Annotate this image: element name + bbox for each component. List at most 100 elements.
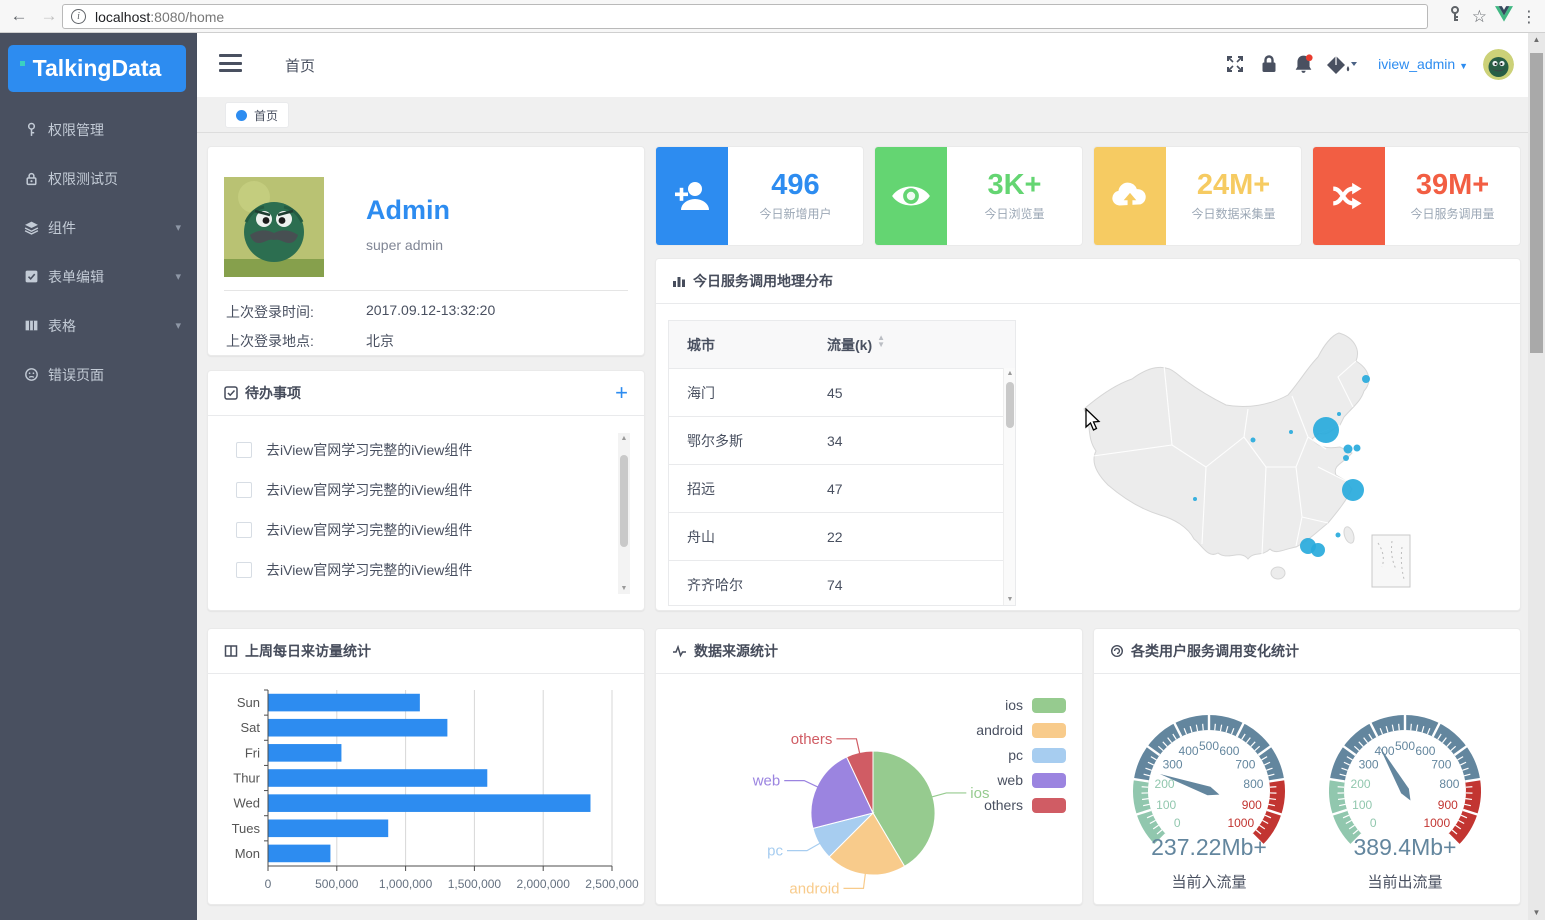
- sidebar-item-permissions[interactable]: 权限管理: [0, 105, 197, 154]
- svg-text:Sat: Sat: [240, 720, 260, 735]
- sort-icons[interactable]: ▲▼: [877, 338, 885, 352]
- svg-text:Fri: Fri: [245, 745, 260, 760]
- outbound-gauge-label: 当前出流量: [1305, 871, 1505, 892]
- pie-card-title: 数据来源统计: [694, 641, 778, 661]
- logo-dot: [20, 61, 25, 66]
- layers-icon: [24, 220, 39, 235]
- legend-item[interactable]: others: [976, 797, 1066, 813]
- open-tags-bar: 首页: [197, 97, 1528, 133]
- browser-toolbar: ← → ↻ i localhost:8080/home ☆ ⋮: [0, 0, 1545, 33]
- bar-chart-icon: [672, 274, 686, 288]
- legend-item[interactable]: web: [976, 772, 1066, 788]
- svg-text:others: others: [791, 731, 833, 748]
- fullscreen-icon[interactable]: [1224, 53, 1248, 77]
- svg-text:400: 400: [1179, 744, 1199, 758]
- tag-home[interactable]: 首页: [225, 102, 289, 128]
- legend-item[interactable]: android: [976, 722, 1066, 738]
- browser-forward-button[interactable]: →: [36, 3, 62, 29]
- svg-text:android: android: [789, 880, 839, 897]
- todo-checkbox[interactable]: [236, 562, 252, 578]
- todo-checkbox-icon: [224, 386, 238, 400]
- todo-item: 去iView官网学习完整的iView组件: [236, 519, 472, 541]
- svg-text:900: 900: [1438, 798, 1458, 812]
- stat-card-service-calls: 39M+ 今日服务调用量: [1312, 146, 1521, 246]
- todo-card-header: 待办事项 +: [208, 371, 644, 416]
- form-checkbox-icon: [24, 269, 39, 284]
- last-login-place-label: 上次登录地点:: [226, 331, 314, 351]
- add-todo-button[interactable]: +: [615, 382, 628, 404]
- map-bubble: [1337, 412, 1341, 416]
- col-header-traffic[interactable]: 流量(k) ▲▼: [827, 335, 1015, 355]
- legend-item[interactable]: pc: [976, 747, 1066, 763]
- city-traffic-table: 城市 流量(k) ▲▼ 海门45 鄂尔多斯34 招远47 舟山22 齐齐哈尔74…: [668, 320, 1016, 606]
- svg-text:600: 600: [1415, 744, 1435, 758]
- table-scrollbar[interactable]: ▲ ▼: [1003, 368, 1015, 605]
- geo-card-header: 今日服务调用地理分布: [656, 259, 1520, 304]
- theme-bucket-icon[interactable]: [1324, 53, 1358, 77]
- todo-scrollbar[interactable]: ▲ ▼: [618, 433, 630, 594]
- svg-text:900: 900: [1242, 798, 1262, 812]
- user-menu[interactable]: iview_admin ▼: [1378, 56, 1468, 72]
- table-icon: [24, 318, 39, 333]
- svg-text:800: 800: [1439, 777, 1459, 791]
- svg-text:300: 300: [1359, 758, 1379, 772]
- inbound-gauge-value: 237.22Mb+: [1109, 834, 1309, 861]
- browser-back-button[interactable]: ←: [6, 3, 32, 29]
- table-row: 齐齐哈尔74: [669, 560, 1015, 606]
- profile-name: Admin: [366, 195, 450, 226]
- lock-icon: [24, 171, 39, 186]
- todo-checkbox[interactable]: [236, 482, 252, 498]
- sidebar-item-components[interactable]: 组件 ▾: [0, 203, 197, 252]
- topbar-avatar[interactable]: [1483, 49, 1514, 80]
- password-key-icon[interactable]: [1446, 5, 1464, 28]
- notifications-bell-icon[interactable]: [1292, 53, 1316, 77]
- svg-text:700: 700: [1431, 758, 1451, 772]
- bar-card-header: 上周每日来访量统计: [208, 629, 644, 674]
- vue-devtools-icon[interactable]: [1495, 6, 1513, 27]
- svg-text:1000: 1000: [1227, 816, 1254, 830]
- table-row: 海门45: [669, 368, 1015, 416]
- last-login-place-value: 北京: [366, 331, 394, 351]
- legend-swatch: [1032, 698, 1066, 713]
- main-content: Admin super admin 上次登录时间: 2017.09.12-13:…: [197, 133, 1528, 920]
- page-info-icon[interactable]: i: [71, 9, 86, 24]
- geo-distribution-card: 今日服务调用地理分布 城市 流量(k) ▲▼ 海门45 鄂尔多斯34 招远47 …: [655, 258, 1521, 611]
- svg-text:pc: pc: [767, 843, 783, 860]
- table-row: 舟山22: [669, 512, 1015, 560]
- svg-text:Sun: Sun: [237, 695, 260, 710]
- sidebar-item-permission-test[interactable]: 权限测试页: [0, 154, 197, 203]
- svg-text:1,500,000: 1,500,000: [448, 877, 502, 891]
- stat-label: 今日服务调用量: [1410, 205, 1494, 222]
- eye-icon: [875, 147, 947, 245]
- gauge-card-title: 各类用户服务调用变化统计: [1131, 641, 1299, 661]
- profile-card: Admin super admin 上次登录时间: 2017.09.12-13:…: [207, 146, 645, 356]
- gauge-charts: 0100200300400500600700800900100001002003…: [1094, 674, 1520, 904]
- address-bar[interactable]: i localhost:8080/home: [62, 4, 1428, 29]
- profile-avatar: [224, 177, 324, 277]
- todo-checkbox[interactable]: [236, 522, 252, 538]
- browser-menu-icon[interactable]: ⋮: [1521, 7, 1537, 27]
- sidebar-item-tables[interactable]: 表格 ▾: [0, 301, 197, 350]
- page-scrollbar[interactable]: ▲ ▼: [1528, 33, 1545, 920]
- col-header-city: 城市: [669, 335, 827, 355]
- lock-screen-icon[interactable]: [1258, 53, 1282, 77]
- stat-card-data-collected: 24M+今日数据采集量: [1093, 146, 1302, 246]
- legend-item[interactable]: ios: [976, 697, 1066, 713]
- weekly-visits-card: 上周每日来访量统计 0500,0001,000,0001,500,0002,00…: [207, 628, 645, 905]
- sidebar-item-error-pages[interactable]: 错误页面: [0, 350, 197, 399]
- pie-legend: ios android pc web others: [976, 697, 1066, 822]
- legend-swatch: [1032, 723, 1066, 738]
- todo-checkbox[interactable]: [236, 442, 252, 458]
- svg-text:0: 0: [1174, 816, 1181, 830]
- breadcrumb[interactable]: 首页: [285, 55, 315, 76]
- loop-icon: [1110, 644, 1124, 658]
- sidebar-toggle-button[interactable]: [219, 54, 242, 74]
- bookmark-star-icon[interactable]: ☆: [1472, 7, 1487, 27]
- map-bubble: [1362, 375, 1370, 383]
- pulse-icon: [672, 644, 687, 658]
- sidebar-item-form-edit[interactable]: 表单编辑 ▾: [0, 252, 197, 301]
- stat-value: 39M+: [1416, 170, 1489, 202]
- last-login-time-value: 2017.09.12-13:32:20: [366, 302, 495, 318]
- svg-text:700: 700: [1235, 758, 1255, 772]
- svg-text:0: 0: [265, 877, 272, 891]
